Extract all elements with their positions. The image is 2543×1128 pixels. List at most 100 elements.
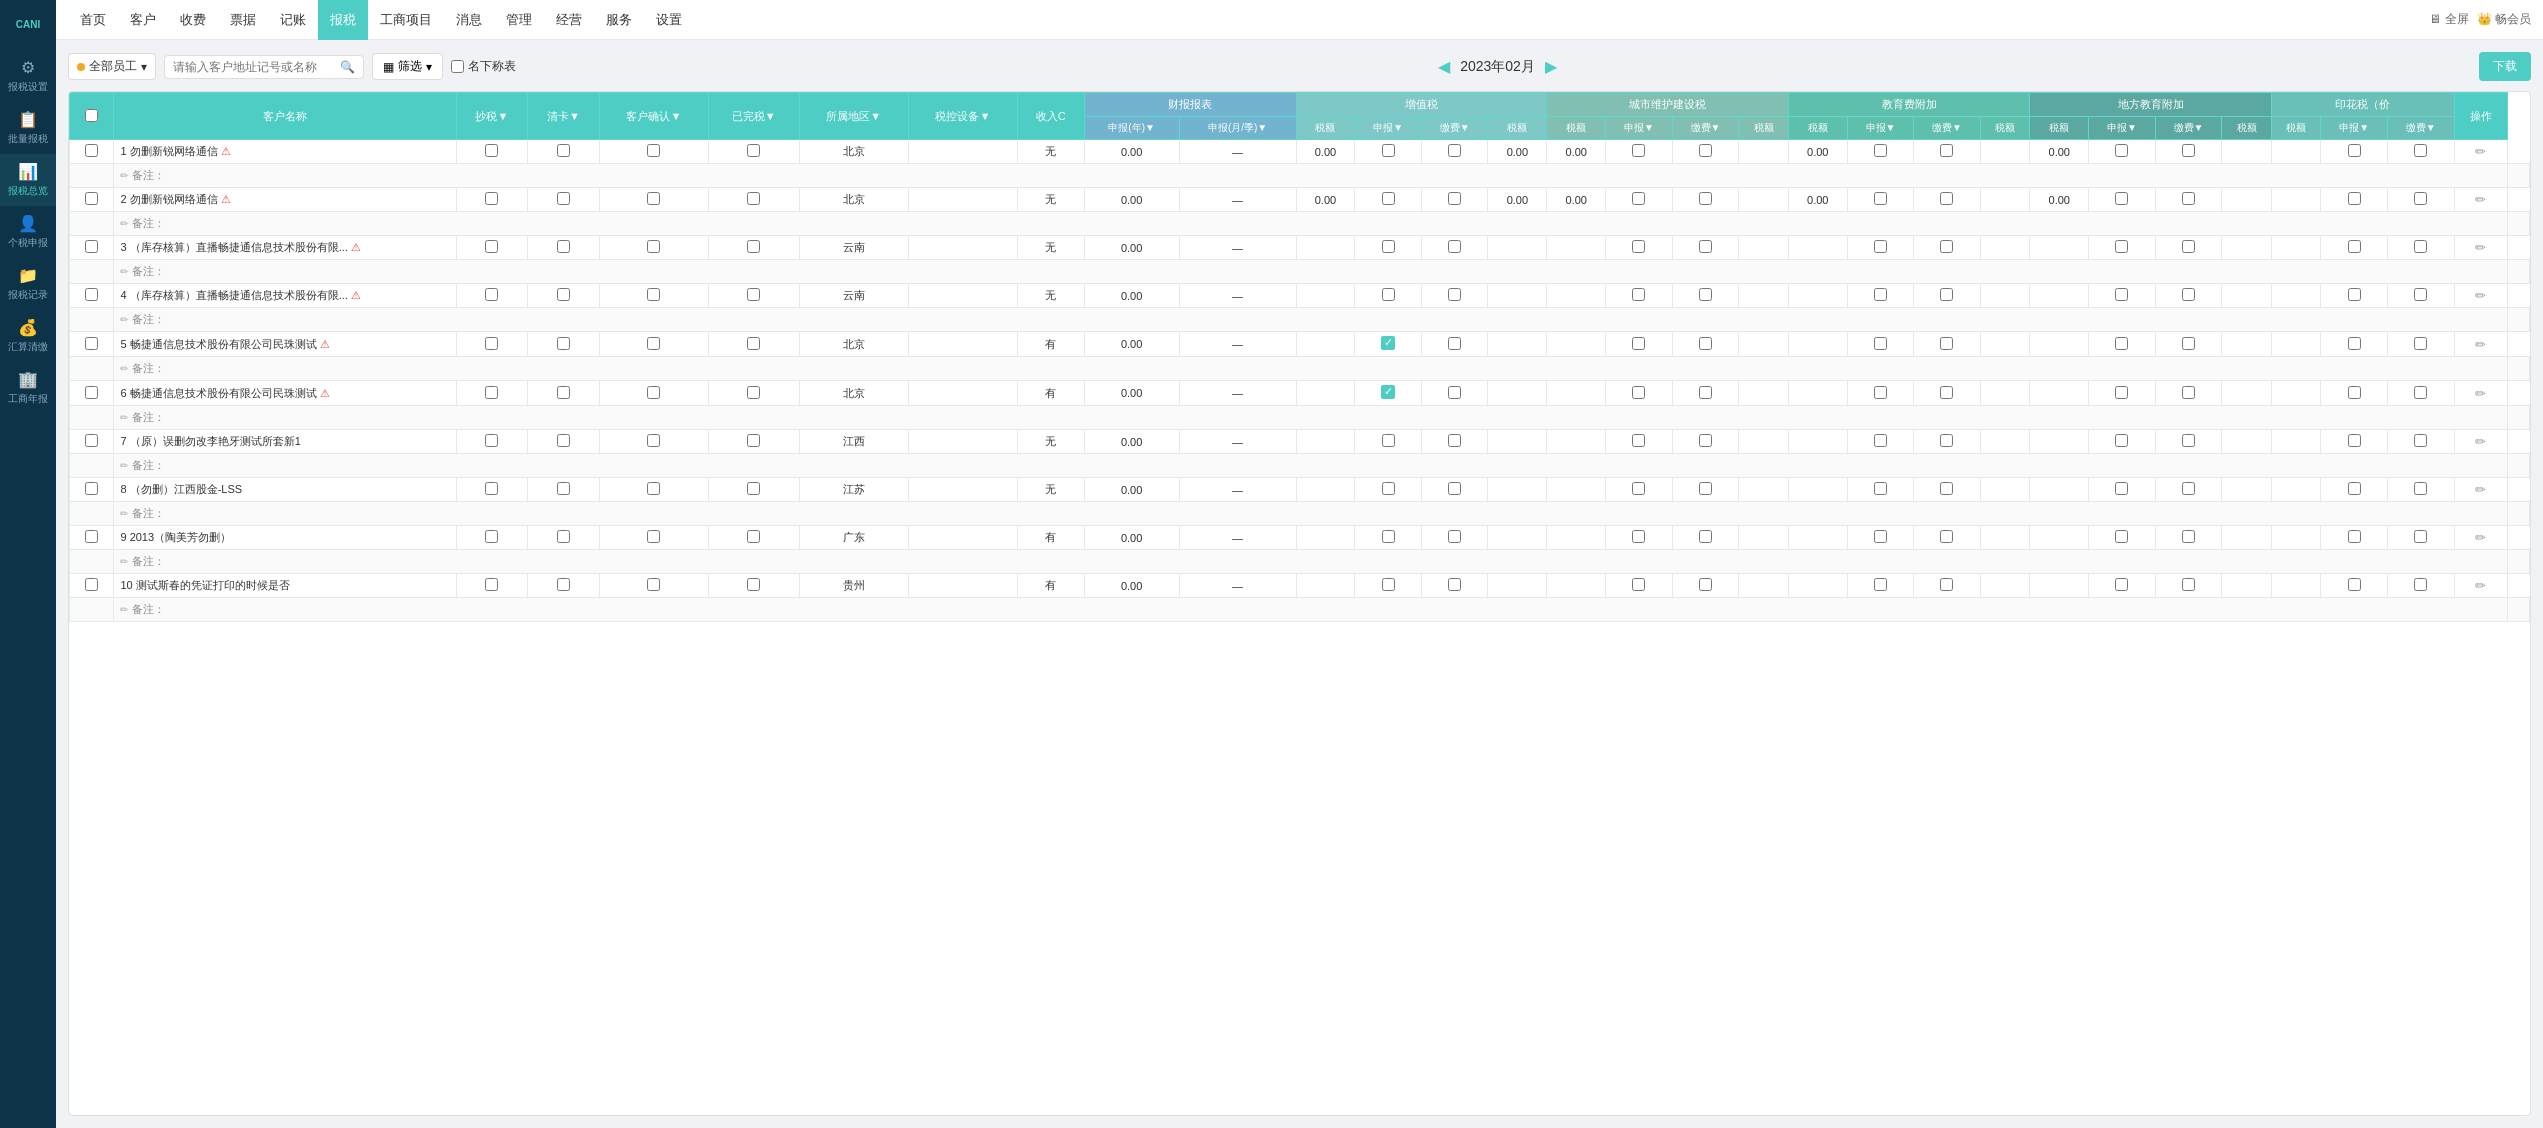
yin-shen-cell[interactable] <box>2321 284 2388 308</box>
nav-customer[interactable]: 客户 <box>118 0 168 40</box>
sidebar-item-baoshui-shezhi[interactable]: ⚙ 报税设置 <box>0 50 56 102</box>
chengshi-shen-cell[interactable] <box>1606 332 1673 357</box>
df-shen-checkbox[interactable] <box>2115 578 2128 591</box>
row-select-checkbox[interactable] <box>85 530 98 543</box>
chengshi-jiao-cell[interactable] <box>1672 236 1739 260</box>
jiaoyu-shen-cell[interactable] <box>1847 284 1914 308</box>
nav-piaoju[interactable]: 票据 <box>218 0 268 40</box>
named-list-checkbox[interactable]: 名下称表 <box>451 58 516 75</box>
qingka-checkbox[interactable] <box>557 434 570 447</box>
wanshui-checkbox[interactable] <box>747 386 760 399</box>
zengzhi-shen-cell[interactable] <box>1355 526 1422 550</box>
difang-shen-cell[interactable] <box>2089 284 2156 308</box>
difang-jiao-cell[interactable] <box>2155 574 2222 598</box>
cs-shen-checkbox[interactable] <box>1632 240 1645 253</box>
qingka-cell[interactable] <box>528 236 600 260</box>
wanshui-checkbox[interactable] <box>747 288 760 301</box>
queren-cell[interactable] <box>599 284 708 308</box>
prev-month-btn[interactable]: ◀ <box>1438 57 1450 76</box>
df-shen-checkbox[interactable] <box>2115 386 2128 399</box>
edit-icon[interactable]: ✏ <box>2475 482 2486 497</box>
zz-shen-checkbox[interactable] <box>1381 336 1395 350</box>
zengzhi-jiao-cell[interactable] <box>1421 188 1488 212</box>
nav-home[interactable]: 首页 <box>68 0 118 40</box>
cs-shen-checkbox[interactable] <box>1632 288 1645 301</box>
zengzhi-shen-cell[interactable] <box>1355 140 1422 164</box>
cs-jiao-checkbox[interactable] <box>1699 434 1712 447</box>
nav-guanli[interactable]: 管理 <box>494 0 544 40</box>
zengzhi-shen-cell[interactable] <box>1355 284 1422 308</box>
wanshui-cell[interactable] <box>709 381 799 406</box>
edit-icon[interactable]: ✏ <box>2475 192 2486 207</box>
yin-shen-checkbox[interactable] <box>2348 578 2361 591</box>
jy-shen-checkbox[interactable] <box>1874 530 1887 543</box>
edit-icon[interactable]: ✏ <box>2475 578 2486 593</box>
qingka-checkbox[interactable] <box>557 337 570 350</box>
download-button[interactable]: 下载 <box>2479 52 2531 81</box>
yin-shen-checkbox[interactable] <box>2348 434 2361 447</box>
next-month-btn[interactable]: ▶ <box>1545 57 1557 76</box>
yin-shen-checkbox[interactable] <box>2348 337 2361 350</box>
yin-shen-cell[interactable] <box>2321 430 2388 454</box>
df-shen-checkbox[interactable] <box>2115 288 2128 301</box>
jy-shen-checkbox[interactable] <box>1874 434 1887 447</box>
zz-jiao-checkbox[interactable] <box>1448 434 1461 447</box>
df-jiao-checkbox[interactable] <box>2182 337 2195 350</box>
chaoshui-cell[interactable] <box>456 430 528 454</box>
edit-cell[interactable]: ✏ <box>2454 188 2507 212</box>
df-jiao-checkbox[interactable] <box>2182 144 2195 157</box>
queren-checkbox[interactable] <box>647 240 660 253</box>
difang-shen-cell[interactable] <box>2089 140 2156 164</box>
chengshi-jiao-cell[interactable] <box>1672 284 1739 308</box>
nav-jingying[interactable]: 经营 <box>544 0 594 40</box>
chaoshui-cell[interactable] <box>456 236 528 260</box>
jiaoyu-jiao-cell[interactable] <box>1914 284 1981 308</box>
yin-shen-checkbox[interactable] <box>2348 530 2361 543</box>
qingka-cell[interactable] <box>528 140 600 164</box>
chengshi-jiao-cell[interactable] <box>1672 332 1739 357</box>
chengshi-shen-cell[interactable] <box>1606 574 1673 598</box>
yin-shen-cell[interactable] <box>2321 478 2388 502</box>
qingka-checkbox[interactable] <box>557 530 570 543</box>
th-wanshui[interactable]: 已完税▼ <box>709 93 799 140</box>
queren-checkbox[interactable] <box>647 434 660 447</box>
jy-shen-checkbox[interactable] <box>1874 288 1887 301</box>
jy-jiao-checkbox[interactable] <box>1940 144 1953 157</box>
chaoshui-checkbox[interactable] <box>485 530 498 543</box>
df-shen-checkbox[interactable] <box>2115 240 2128 253</box>
sidebar-item-gongshang-nianbao[interactable]: 🏢 工商年报 <box>0 362 56 414</box>
cs-jiao-checkbox[interactable] <box>1699 578 1712 591</box>
chaoshui-checkbox[interactable] <box>485 288 498 301</box>
named-list-check[interactable] <box>451 60 464 73</box>
chengshi-jiao-cell[interactable] <box>1672 381 1739 406</box>
wanshui-cell[interactable] <box>709 284 799 308</box>
chengshi-jiao-cell[interactable] <box>1672 430 1739 454</box>
queren-checkbox[interactable] <box>647 288 660 301</box>
wanshui-checkbox[interactable] <box>747 530 760 543</box>
cs-shen-checkbox[interactable] <box>1632 144 1645 157</box>
jy-jiao-checkbox[interactable] <box>1940 240 1953 253</box>
queren-checkbox[interactable] <box>647 482 660 495</box>
cs-shen-checkbox[interactable] <box>1632 482 1645 495</box>
jy-jiao-checkbox[interactable] <box>1940 337 1953 350</box>
nav-fuwu[interactable]: 服务 <box>594 0 644 40</box>
yin-shen-cell[interactable] <box>2321 526 2388 550</box>
sidebar-item-baoshui-jilu[interactable]: 📁 报税记录 <box>0 258 56 310</box>
df-jiao-checkbox[interactable] <box>2182 578 2195 591</box>
cs-shen-checkbox[interactable] <box>1632 386 1645 399</box>
zz-jiao-checkbox[interactable] <box>1448 578 1461 591</box>
difang-jiao-cell[interactable] <box>2155 332 2222 357</box>
wanshui-cell[interactable] <box>709 332 799 357</box>
zz-jiao-checkbox[interactable] <box>1448 240 1461 253</box>
difang-shen-cell[interactable] <box>2089 188 2156 212</box>
qingka-cell[interactable] <box>528 332 600 357</box>
yin-jiao-checkbox[interactable] <box>2414 578 2427 591</box>
df-shen-checkbox[interactable] <box>2115 482 2128 495</box>
edit-cell[interactable]: ✏ <box>2454 574 2507 598</box>
df-shen-checkbox[interactable] <box>2115 434 2128 447</box>
jiaoyu-shen-cell[interactable] <box>1847 381 1914 406</box>
yin-shen-cell[interactable] <box>2321 140 2388 164</box>
yin-jiao-cell[interactable] <box>2387 284 2454 308</box>
queren-checkbox[interactable] <box>647 192 660 205</box>
th-caibao-year[interactable]: 申报(年)▼ <box>1084 117 1179 140</box>
